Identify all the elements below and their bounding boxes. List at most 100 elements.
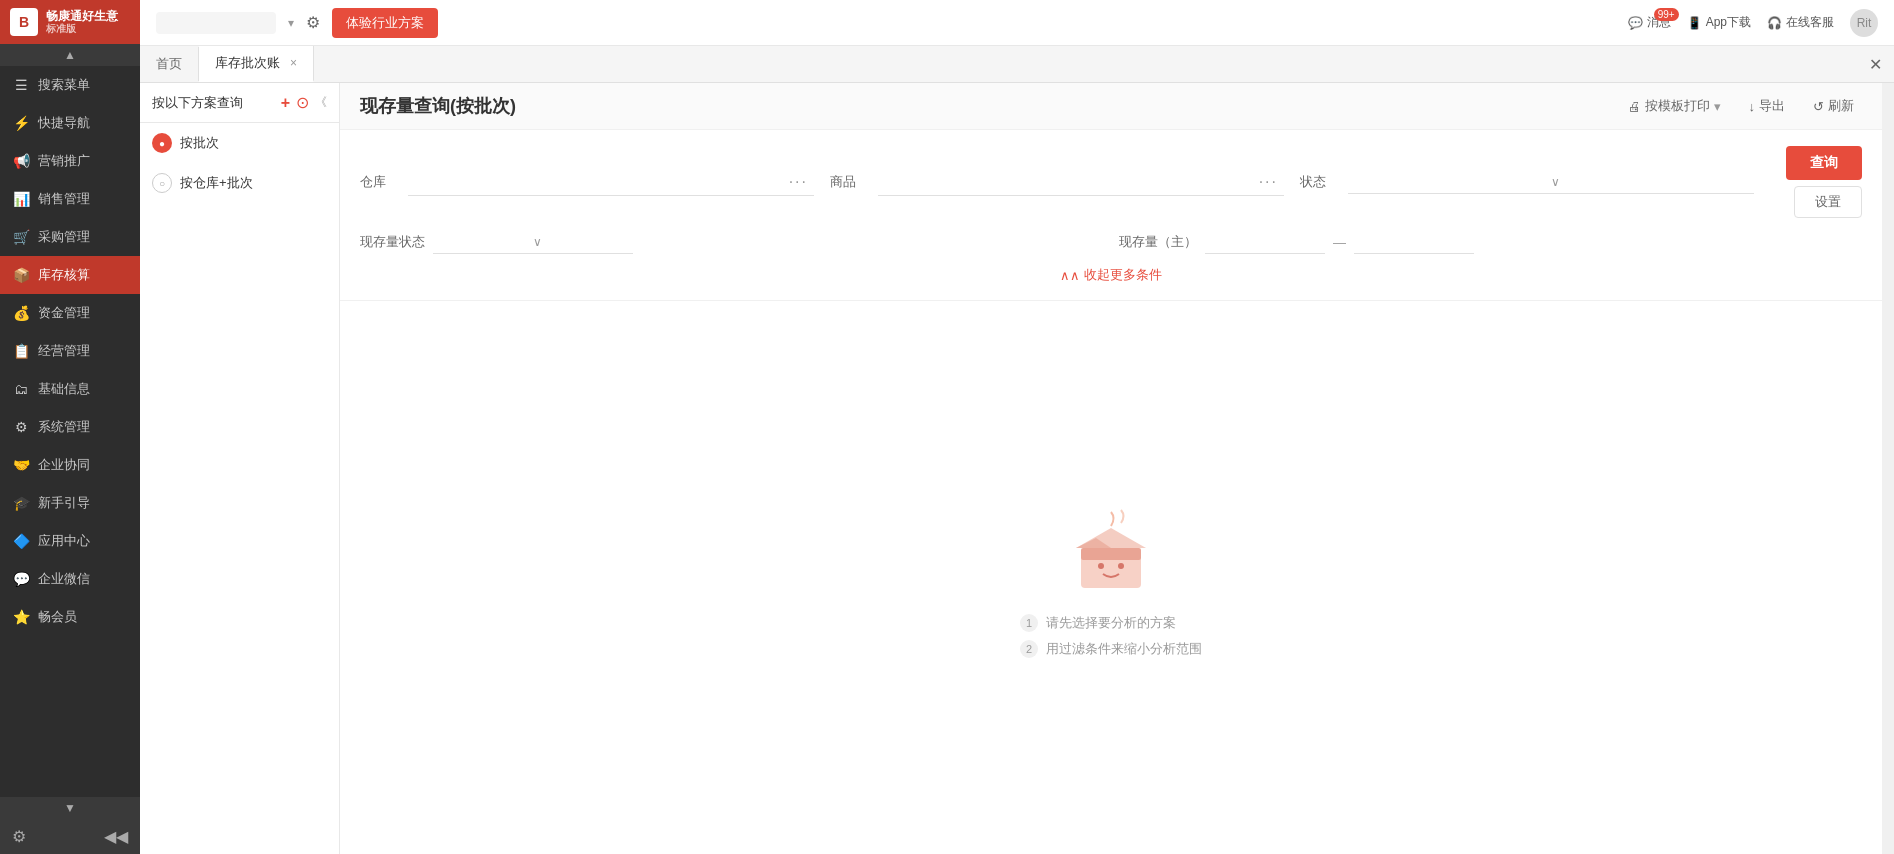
- svg-rect-1: [1081, 548, 1141, 560]
- sidebar-item-wechat[interactable]: 💬 企业微信: [0, 560, 140, 598]
- warehouse-input-box[interactable]: ···: [408, 169, 814, 196]
- right-scrollbar[interactable]: [1882, 83, 1894, 854]
- sidebar-item-purchase[interactable]: 🛒 采购管理: [0, 218, 140, 256]
- refresh-label: 刷新: [1828, 97, 1854, 115]
- avatar: Rit: [1850, 9, 1878, 37]
- sidebar-item-marketing[interactable]: 📢 营销推广: [0, 142, 140, 180]
- filter-row-2: 现存量状态 ∨ 现存量（主） —: [360, 230, 1862, 254]
- status-select[interactable]: ∨: [1348, 171, 1754, 194]
- goods-label: 商品: [830, 173, 870, 191]
- warehouse-input[interactable]: [414, 174, 789, 189]
- schema-by-warehouse-batch-label: 按仓库+批次: [180, 174, 253, 192]
- stock-status-label: 现存量状态: [360, 233, 425, 251]
- sidebar-item-member[interactable]: ⭐ 畅会员: [0, 598, 140, 636]
- tab-close-icon[interactable]: ×: [290, 56, 297, 70]
- sidebar-item-system[interactable]: ⚙ 系统管理: [0, 408, 140, 446]
- sidebar-item-label: 畅会员: [38, 608, 77, 626]
- app-logo: B: [10, 8, 38, 36]
- user-avatar-action[interactable]: Rit: [1850, 9, 1878, 37]
- goods-filter: 商品 ···: [830, 169, 1284, 196]
- warehouse-more-icon[interactable]: ···: [789, 173, 808, 191]
- basic-icon: 🗂: [12, 380, 30, 398]
- schema-item-by-warehouse-batch[interactable]: ○ 按仓库+批次: [140, 163, 339, 203]
- tabbar: 首页 库存批次账 × ✕: [140, 46, 1894, 83]
- topbar-gear-icon[interactable]: ⚙: [306, 13, 320, 32]
- topbar-search-box[interactable]: [156, 12, 276, 34]
- goods-input[interactable]: [884, 174, 1259, 189]
- query-button[interactable]: 查询: [1786, 146, 1862, 180]
- empty-tip-1: 1 请先选择要分析的方案: [1020, 614, 1202, 632]
- sidebar-scroll-up[interactable]: ▲: [0, 44, 140, 66]
- svg-point-4: [1098, 563, 1104, 569]
- tabbar-close-button[interactable]: ✕: [1857, 47, 1894, 82]
- search-input[interactable]: [164, 16, 244, 30]
- purchase-icon: 🛒: [12, 228, 30, 246]
- goods-input-box[interactable]: ···: [878, 169, 1284, 196]
- finance-icon: 💰: [12, 304, 30, 322]
- stock-qty-from-input[interactable]: [1205, 230, 1325, 254]
- wechat-icon: 💬: [12, 570, 30, 588]
- sidebar-item-operations[interactable]: 📋 经营管理: [0, 332, 140, 370]
- batch-inventory-tab-label: 库存批次账: [215, 54, 280, 72]
- tab-home[interactable]: 首页: [140, 47, 199, 81]
- schema-item-by-batch[interactable]: ● 按批次: [140, 123, 339, 163]
- schema-by-batch-label: 按批次: [180, 134, 219, 152]
- sidebar-item-quick-nav[interactable]: ⚡ 快捷导航: [0, 104, 140, 142]
- sidebar-nav: ☰ 搜索菜单 ⚡ 快捷导航 📢 营销推广 📊 销售管理 🛒 采购管理 📦 库存核…: [0, 66, 140, 797]
- add-schema-icon[interactable]: +: [281, 94, 290, 112]
- headset-icon: 🎧: [1767, 16, 1782, 30]
- sidebar-item-appstore[interactable]: 🔷 应用中心: [0, 522, 140, 560]
- app-edition: 标准版: [46, 23, 118, 35]
- goods-more-icon[interactable]: ···: [1259, 173, 1278, 191]
- sidebar-item-sales[interactable]: 📊 销售管理: [0, 180, 140, 218]
- tip-2-text: 用过滤条件来缩小分析范围: [1046, 640, 1202, 658]
- print-button[interactable]: 🖨 按模板打印 ▾: [1620, 93, 1729, 119]
- tip-1-text: 请先选择要分析的方案: [1046, 614, 1176, 632]
- trial-button[interactable]: 体验行业方案: [332, 8, 438, 38]
- left-panel-header: 按以下方案查询 + ⊙ 《: [140, 83, 339, 123]
- refresh-button[interactable]: ↺ 刷新: [1805, 93, 1862, 119]
- collapse-more-conditions[interactable]: ∧∧ 收起更多条件: [1060, 266, 1162, 284]
- home-tab-label: 首页: [156, 55, 182, 73]
- stock-qty-to-input[interactable]: [1354, 230, 1474, 254]
- message-icon: 💬: [1628, 16, 1643, 30]
- topbar-dropdown-icon[interactable]: ▾: [288, 16, 294, 30]
- sidebar-footer: ⚙ ◀◀: [0, 819, 140, 854]
- sidebar-item-inventory[interactable]: 📦 库存核算: [0, 256, 140, 294]
- export-icon: ↓: [1749, 99, 1756, 114]
- status-chevron: ∨: [1551, 175, 1748, 189]
- stock-status-select[interactable]: ∨: [433, 231, 633, 254]
- sidebar-item-newbie[interactable]: 🎓 新手引导: [0, 484, 140, 522]
- topbar: ▾ ⚙ 体验行业方案 💬 消息 99+ 📱 App下载 🎧 在线客服 Rit: [140, 0, 1894, 46]
- app-download-action[interactable]: 📱 App下载: [1687, 14, 1751, 31]
- sidebar-item-label: 系统管理: [38, 418, 90, 436]
- warehouse-label: 仓库: [360, 173, 400, 191]
- schema-settings-icon[interactable]: ⊙: [296, 93, 309, 112]
- sidebar-item-basic[interactable]: 🗂 基础信息: [0, 370, 140, 408]
- stock-qty-dash: —: [1325, 235, 1354, 250]
- export-button[interactable]: ↓ 导出: [1741, 93, 1794, 119]
- settings-button[interactable]: 设置: [1794, 186, 1862, 218]
- sidebar-header: B 畅康通好生意 标准版: [0, 0, 140, 44]
- content-area: 按以下方案查询 + ⊙ 《 ● 按批次 ○ 按仓库+批次 现存量查询(按批次): [140, 83, 1894, 854]
- collapse-panel-icon[interactable]: 《: [315, 94, 327, 111]
- sidebar-scroll-down[interactable]: ▼: [0, 797, 140, 819]
- sidebar-settings-icon[interactable]: ⚙: [12, 827, 26, 846]
- member-icon: ⭐: [12, 608, 30, 626]
- print-label: 按模板打印: [1645, 97, 1710, 115]
- print-chevron: ▾: [1714, 99, 1721, 114]
- online-service-action[interactable]: 🎧 在线客服: [1767, 14, 1834, 31]
- sidebar-item-search[interactable]: ☰ 搜索菜单: [0, 66, 140, 104]
- sidebar-item-finance[interactable]: 💰 资金管理: [0, 294, 140, 332]
- sidebar-collapse-icon[interactable]: ◀◀: [104, 827, 128, 846]
- user-name: Rit: [1857, 16, 1872, 30]
- empty-illustration: [1061, 498, 1161, 598]
- topbar-actions: 💬 消息 99+ 📱 App下载 🎧 在线客服 Rit: [1628, 9, 1878, 37]
- tab-batch-inventory[interactable]: 库存批次账 ×: [199, 46, 314, 82]
- export-label: 导出: [1759, 97, 1785, 115]
- schema-active-icon: ●: [152, 133, 172, 153]
- sidebar-item-enterprise[interactable]: 🤝 企业协同: [0, 446, 140, 484]
- sidebar-item-label: 采购管理: [38, 228, 90, 246]
- sidebar: B 畅康通好生意 标准版 ▲ ☰ 搜索菜单 ⚡ 快捷导航 📢 营销推广 📊 销售…: [0, 0, 140, 854]
- messages-action[interactable]: 💬 消息 99+: [1628, 14, 1671, 31]
